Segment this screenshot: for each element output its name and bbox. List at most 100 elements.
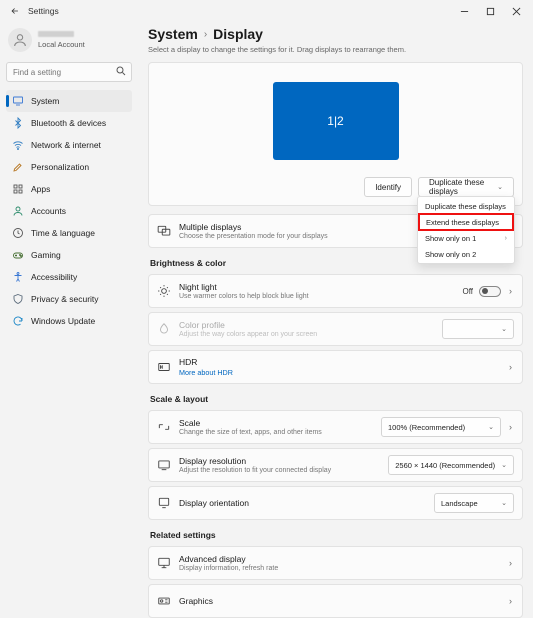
sidebar-item-system[interactable]: System <box>6 90 132 112</box>
color-profile-icon <box>157 322 171 336</box>
crumb-page: Display <box>213 26 263 42</box>
resolution-select[interactable]: 2560 × 1440 (Recommended)⌄ <box>388 455 514 475</box>
apps-icon <box>12 183 24 195</box>
chevron-right-icon: › <box>204 29 207 40</box>
chevron-down-icon: ⌄ <box>501 499 507 507</box>
update-icon <box>12 315 24 327</box>
section-scale: Scale & layout <box>150 394 523 404</box>
multiple-displays-icon <box>157 224 171 238</box>
scale-select[interactable]: 100% (Recommended)⌄ <box>381 417 501 437</box>
sidebar-item-label: Windows Update <box>31 316 95 326</box>
minimize-button[interactable] <box>451 0 477 22</box>
monitor-1-2[interactable]: 1|2 <box>273 82 399 160</box>
breadcrumb: System › Display <box>148 26 523 42</box>
display-canvas[interactable]: 1|2 <box>157 71 514 171</box>
sidebar-item-privacy[interactable]: Privacy & security <box>6 288 132 310</box>
toggle-state: Off <box>462 287 473 296</box>
maximize-button[interactable] <box>477 0 503 22</box>
projection-option[interactable]: Show only on 1› <box>419 230 513 246</box>
network-icon <box>12 139 24 151</box>
search-input[interactable] <box>6 62 132 82</box>
chevron-right-icon: › <box>507 422 514 432</box>
orientation-icon <box>157 496 171 510</box>
sidebar-item-bluetooth[interactable]: Bluetooth & devices <box>6 112 132 134</box>
row-title: Display resolution <box>179 456 380 466</box>
advanced-display-row[interactable]: Advanced display Display information, re… <box>148 546 523 580</box>
night-light-row[interactable]: Night light Use warmer colors to help bl… <box>148 274 523 308</box>
search-wrap <box>6 62 132 82</box>
row-sub: Adjust the way colors appear on your scr… <box>179 331 434 338</box>
sidebar-item-label: Time & language <box>31 228 95 238</box>
chevron-right-icon: › <box>507 286 514 296</box>
graphics-row[interactable]: Graphics › <box>148 584 523 618</box>
row-title: Scale <box>179 418 373 428</box>
projection-option[interactable]: Duplicate these displays <box>419 198 513 214</box>
sidebar-item-time[interactable]: Time & language <box>6 222 132 244</box>
system-icon <box>12 95 24 107</box>
color-profile-select: ⌄ <box>442 319 514 339</box>
sidebar-item-accessibility[interactable]: Accessibility <box>6 266 132 288</box>
chevron-right-icon: › <box>507 596 514 606</box>
identify-button[interactable]: Identify <box>364 177 412 197</box>
user-block[interactable]: Local Account <box>6 26 132 60</box>
scale-row[interactable]: Scale Change the size of text, apps, and… <box>148 410 523 444</box>
avatar-icon <box>8 28 32 52</box>
sidebar-item-label: Privacy & security <box>31 294 99 304</box>
row-sub: Adjust the resolution to fit your connec… <box>179 467 380 474</box>
orientation-select[interactable]: Landscape⌄ <box>434 493 514 513</box>
hdr-icon <box>157 360 171 374</box>
projection-mode-menu: Duplicate these displaysExtend these dis… <box>417 196 515 264</box>
scale-icon <box>157 420 171 434</box>
chevron-right-icon: › <box>507 558 514 568</box>
time-icon <box>12 227 24 239</box>
row-title: Color profile <box>179 320 434 330</box>
sidebar-item-label: Accessibility <box>31 272 77 282</box>
accounts-icon <box>12 205 24 217</box>
user-sub: Local Account <box>38 40 85 49</box>
row-sub: Use warmer colors to help block blue lig… <box>179 293 454 300</box>
main-content: System › Display Select a display to cha… <box>138 22 533 618</box>
sidebar-item-apps[interactable]: Apps <box>6 178 132 200</box>
projection-mode-dropdown[interactable]: Duplicate these displays ⌄ <box>418 177 514 197</box>
chevron-right-icon: › <box>507 362 514 372</box>
user-name-redacted <box>38 31 74 37</box>
row-title: HDR <box>179 357 499 367</box>
row-title: Graphics <box>179 596 499 606</box>
chevron-down-icon: ⌄ <box>501 461 507 469</box>
back-button[interactable] <box>8 4 22 18</box>
accessibility-icon <box>12 271 24 283</box>
sidebar-item-label: Apps <box>31 184 50 194</box>
privacy-icon <box>12 293 24 305</box>
row-title: Advanced display <box>179 554 499 564</box>
resolution-row: Display resolution Adjust the resolution… <box>148 448 523 482</box>
crumb-root[interactable]: System <box>148 26 198 42</box>
search-icon <box>115 65 127 79</box>
titlebar: Settings <box>0 0 533 22</box>
display-arrange-panel: 1|2 Identify Duplicate these displays ⌄ … <box>148 62 523 206</box>
projection-option[interactable]: Extend these displays <box>418 213 514 231</box>
chevron-down-icon: ⌄ <box>501 325 507 333</box>
sidebar-item-personalization[interactable]: Personalization <box>6 156 132 178</box>
projection-option[interactable]: Show only on 2 <box>419 246 513 262</box>
sidebar-item-update[interactable]: Windows Update <box>6 310 132 332</box>
hdr-row[interactable]: HDR More about HDR › <box>148 350 523 384</box>
graphics-icon <box>157 594 171 608</box>
chevron-down-icon: ⌄ <box>488 423 494 431</box>
sidebar-item-label: Gaming <box>31 250 61 260</box>
night-light-toggle[interactable] <box>479 286 501 297</box>
color-profile-row: Color profile Adjust the way colors appe… <box>148 312 523 346</box>
sidebar-item-network[interactable]: Network & internet <box>6 134 132 156</box>
night-light-icon <box>157 284 171 298</box>
nav-list: SystemBluetooth & devices Network & inter… <box>6 90 132 332</box>
sidebar-item-gaming[interactable]: Gaming <box>6 244 132 266</box>
page-subhead: Select a display to change the settings … <box>148 45 523 54</box>
advanced-display-icon <box>157 556 171 570</box>
close-button[interactable] <box>503 0 529 22</box>
sidebar-item-accounts[interactable]: Accounts <box>6 200 132 222</box>
hdr-link[interactable]: More about HDR <box>179 368 233 377</box>
sidebar-item-label: Network & internet <box>31 140 101 150</box>
resolution-icon <box>157 458 171 472</box>
sidebar-item-label: Personalization <box>31 162 89 172</box>
section-related: Related settings <box>150 530 523 540</box>
chevron-down-icon: ⌄ <box>497 183 503 191</box>
